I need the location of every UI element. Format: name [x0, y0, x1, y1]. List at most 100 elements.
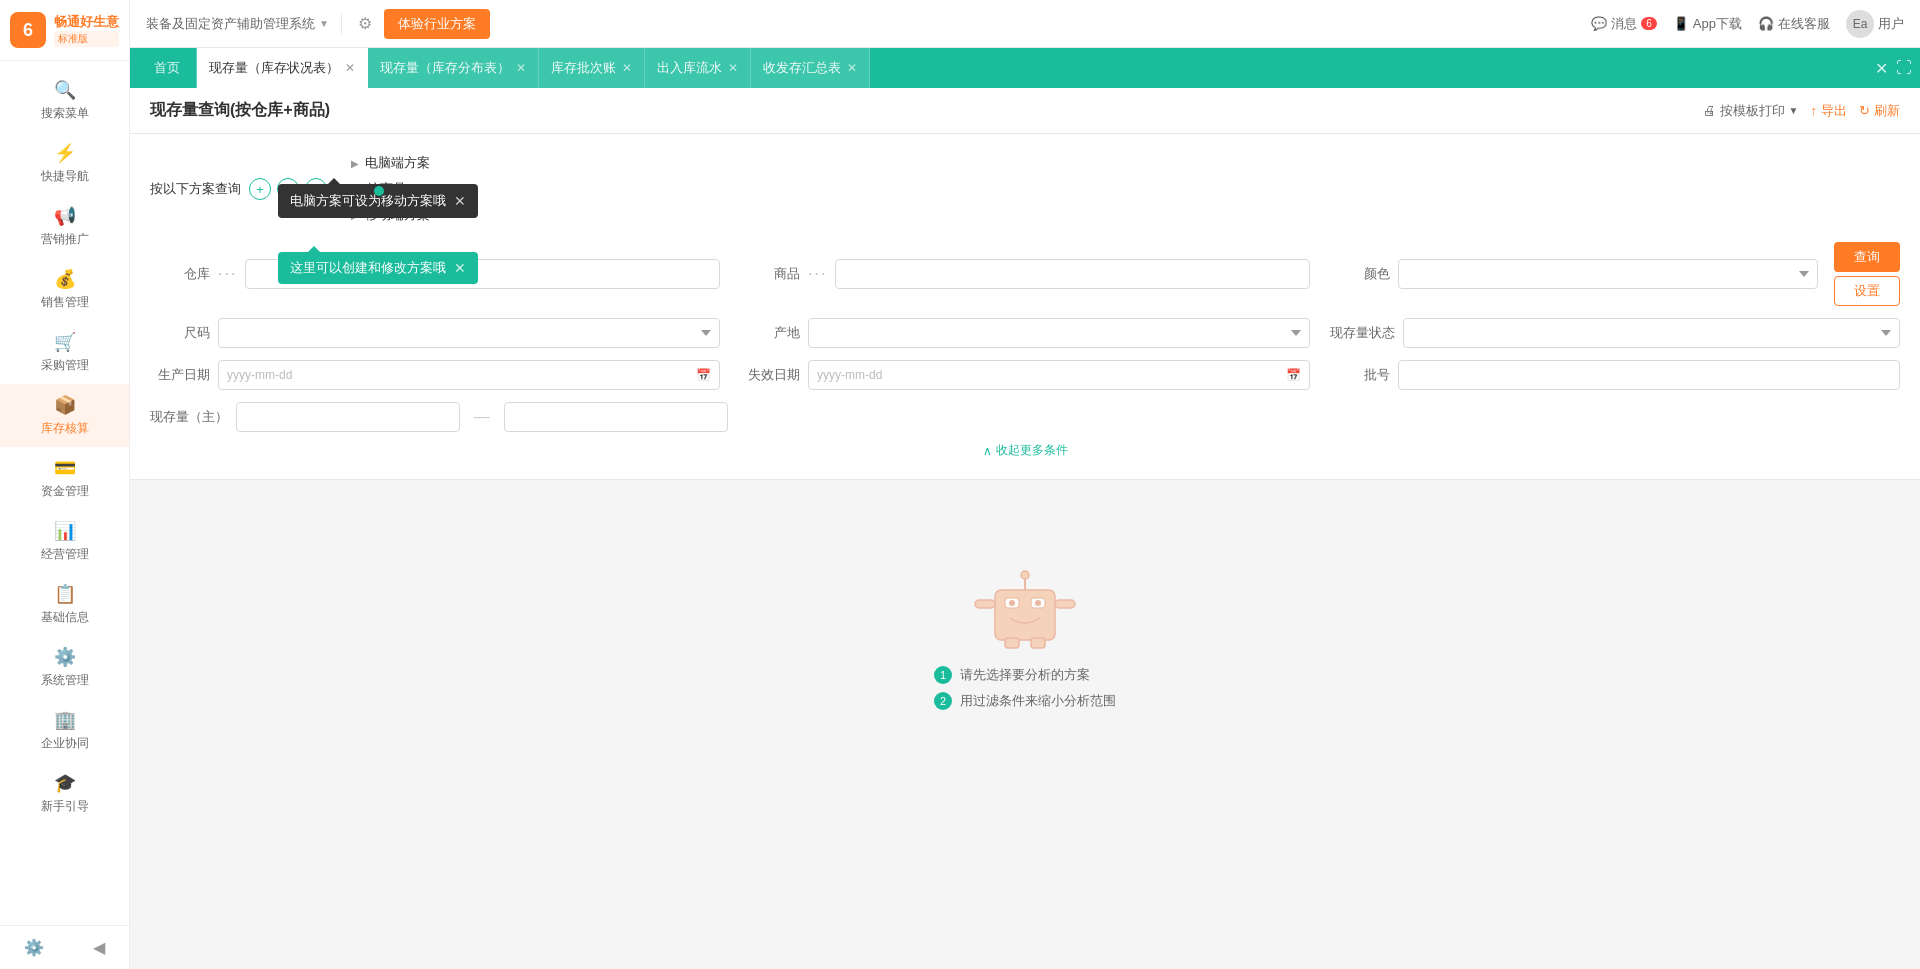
topbar-divider [341, 14, 342, 34]
filter-row-4: 现存量（主） — [150, 402, 1900, 432]
tab-batch-ledger[interactable]: 库存批次账 ✕ [539, 48, 645, 88]
tab-close-inventory-dist[interactable]: ✕ [516, 61, 526, 75]
sidebar-item-search[interactable]: 🔍 搜索菜单 [0, 69, 129, 132]
filter-color: 颜色 查询 设置 [1330, 242, 1900, 306]
stock-qty-max[interactable] [504, 402, 728, 432]
topbar-gear-icon[interactable]: ⚙ [358, 14, 372, 33]
export-button[interactable]: ↑ 导出 [1811, 102, 1848, 120]
tab-close-all-icon[interactable]: ✕ [1875, 59, 1888, 78]
schema-popup-close[interactable]: ✕ [454, 193, 466, 209]
tab-close-recv-summary[interactable]: ✕ [847, 61, 857, 75]
page-actions: 🖨 按模板打印 ▼ ↑ 导出 ↻ 刷新 [1703, 102, 1900, 120]
svg-point-4 [1035, 600, 1041, 606]
empty-step-2: 2 用过滤条件来缩小分析范围 [934, 692, 1116, 710]
svg-point-3 [1009, 600, 1015, 606]
empty-steps: 1 请先选择要分析的方案 2 用过滤条件来缩小分析范围 [934, 666, 1116, 710]
logo-text: 畅通好生意 标准版 [54, 13, 119, 47]
avatar: Ea [1846, 10, 1874, 38]
sidebar-item-marketing[interactable]: 📢 营销推广 [0, 195, 129, 258]
sidebar-logo: 6 畅通好生意 标准版 [0, 0, 129, 61]
main-area: 装备及固定资产辅助管理系统 ▼ ⚙ 体验行业方案 💬 消息 6 📱 App下载 … [130, 0, 1920, 969]
tab-inventory-status[interactable]: 现存量（库存状况表） ✕ [197, 48, 368, 88]
sidebar-item-purchase[interactable]: 🛒 采购管理 [0, 321, 129, 384]
filter-exp-date: 失效日期 yyyy-mm-dd 📅 [740, 360, 1310, 390]
filter-size: 尺码 [150, 318, 720, 348]
batch-input[interactable] [1398, 360, 1900, 390]
trial-button[interactable]: 体验行业方案 [384, 9, 490, 39]
message-button[interactable]: 💬 消息 6 [1591, 15, 1657, 33]
tab-in-out-flow[interactable]: 出入库流水 ✕ [645, 48, 751, 88]
sidebar-item-enterprise[interactable]: 🏢 企业协同 [0, 699, 129, 762]
svg-rect-10 [1031, 638, 1045, 648]
svg-rect-0 [995, 590, 1055, 640]
empty-illustration [970, 560, 1080, 650]
page-content: 现存量查询(按仓库+商品) 🖨 按模板打印 ▼ ↑ 导出 ↻ 刷新 [130, 88, 1920, 969]
sidebar-item-inventory[interactable]: 📦 库存核算 [0, 384, 129, 447]
sales-icon: 💰 [54, 268, 76, 290]
filter-batch: 批号 [1330, 360, 1900, 390]
calendar-icon2: 📅 [1286, 368, 1301, 382]
prod-date-start[interactable]: yyyy-mm-dd 📅 [218, 360, 720, 390]
add-schema-button[interactable]: + [249, 178, 271, 200]
sidebar-item-basic[interactable]: 📋 基础信息 [0, 573, 129, 636]
stock-status-select[interactable] [1403, 318, 1900, 348]
reset-button[interactable]: 设置 [1834, 276, 1900, 306]
headset-icon: 🎧 [1758, 16, 1774, 31]
chevron-down-icon: ▼ [319, 18, 329, 29]
filter-area: 电脑方案可设为移动方案哦 ✕ 这里可以创建和修改方案哦 ✕ 按以下方案查询 + … [130, 134, 1920, 480]
stock-qty-min[interactable] [236, 402, 460, 432]
size-select[interactable] [218, 318, 720, 348]
settings-button[interactable]: ⚙️ [24, 938, 44, 957]
chevron-up-icon: ∧ [983, 444, 992, 458]
color-select[interactable] [1398, 259, 1818, 289]
system-selector[interactable]: 装备及固定资产辅助管理系统 ▼ [146, 15, 329, 33]
sidebar-item-system[interactable]: ⚙️ 系统管理 [0, 636, 129, 699]
tab-close-batch-ledger[interactable]: ✕ [622, 61, 632, 75]
goods-input[interactable] [835, 259, 1310, 289]
sidebar-item-finance[interactable]: 💳 资金管理 [0, 447, 129, 510]
service-button[interactable]: 🎧 在线客服 [1758, 15, 1830, 33]
sidebar-bottom: ⚙️ ◀ [0, 925, 129, 969]
tab-home[interactable]: 首页 [138, 48, 197, 88]
exp-date-start[interactable]: yyyy-mm-dd 📅 [808, 360, 1310, 390]
tab-recv-summary[interactable]: 收发存汇总表 ✕ [751, 48, 870, 88]
tab-inventory-dist[interactable]: 现存量（库存分布表） ✕ [368, 48, 539, 88]
topbar-right: 💬 消息 6 📱 App下载 🎧 在线客服 Ea 用户 [1591, 10, 1904, 38]
app-download-button[interactable]: 📱 App下载 [1673, 15, 1742, 33]
topbar: 装备及固定资产辅助管理系统 ▼ ⚙ 体验行业方案 💬 消息 6 📱 App下载 … [130, 0, 1920, 48]
svg-rect-9 [1005, 638, 1019, 648]
tree-arrow-desktop: ▶ [351, 158, 359, 169]
inventory-icon: 📦 [54, 394, 76, 416]
edit-tooltip-close[interactable]: ✕ [454, 260, 466, 276]
calendar-icon: 📅 [696, 368, 711, 382]
export-icon: ↑ [1811, 103, 1818, 118]
tab-close-inventory-status[interactable]: ✕ [345, 61, 355, 75]
empty-step-1: 1 请先选择要分析的方案 [934, 666, 1116, 684]
collapse-sidebar-button[interactable]: ◀ [93, 938, 105, 957]
print-button[interactable]: 🖨 按模板打印 ▼ [1703, 102, 1799, 120]
search-button[interactable]: 查询 [1834, 242, 1900, 272]
svg-rect-8 [1055, 600, 1075, 608]
refresh-button[interactable]: ↻ 刷新 [1859, 102, 1900, 120]
origin-select[interactable] [808, 318, 1310, 348]
schema-desktop[interactable]: ▶ 电脑端方案 [343, 150, 438, 176]
user-button[interactable]: Ea 用户 [1846, 10, 1904, 38]
sidebar-item-guide[interactable]: 🎓 新手引导 [0, 762, 129, 825]
enterprise-icon: 🏢 [54, 709, 76, 731]
sidebar-item-sales[interactable]: 💰 销售管理 [0, 258, 129, 321]
purchase-icon: 🛒 [54, 331, 76, 353]
filter-row-2: 尺码 产地 现存量状态 [150, 318, 1900, 348]
tab-fullscreen-icon[interactable]: ⛶ [1896, 59, 1912, 77]
tab-close-in-out-flow[interactable]: ✕ [728, 61, 738, 75]
chevron-down-icon: ▼ [1789, 105, 1799, 116]
edit-tooltip: 这里可以创建和修改方案哦 ✕ [278, 252, 478, 284]
svg-point-6 [1021, 571, 1029, 579]
system-icon: ⚙️ [54, 646, 76, 668]
filter-collapse[interactable]: ∧ 收起更多条件 [150, 432, 1900, 463]
sidebar-item-operation[interactable]: 📊 经营管理 [0, 510, 129, 573]
tabbar: 首页 现存量（库存状况表） ✕ 现存量（库存分布表） ✕ 库存批次账 ✕ 出入库… [130, 48, 1920, 88]
guide-icon: 🎓 [54, 772, 76, 794]
refresh-icon: ↻ [1859, 103, 1870, 118]
sidebar-item-quick[interactable]: ⚡ 快捷导航 [0, 132, 129, 195]
page-title: 现存量查询(按仓库+商品) [150, 100, 330, 121]
